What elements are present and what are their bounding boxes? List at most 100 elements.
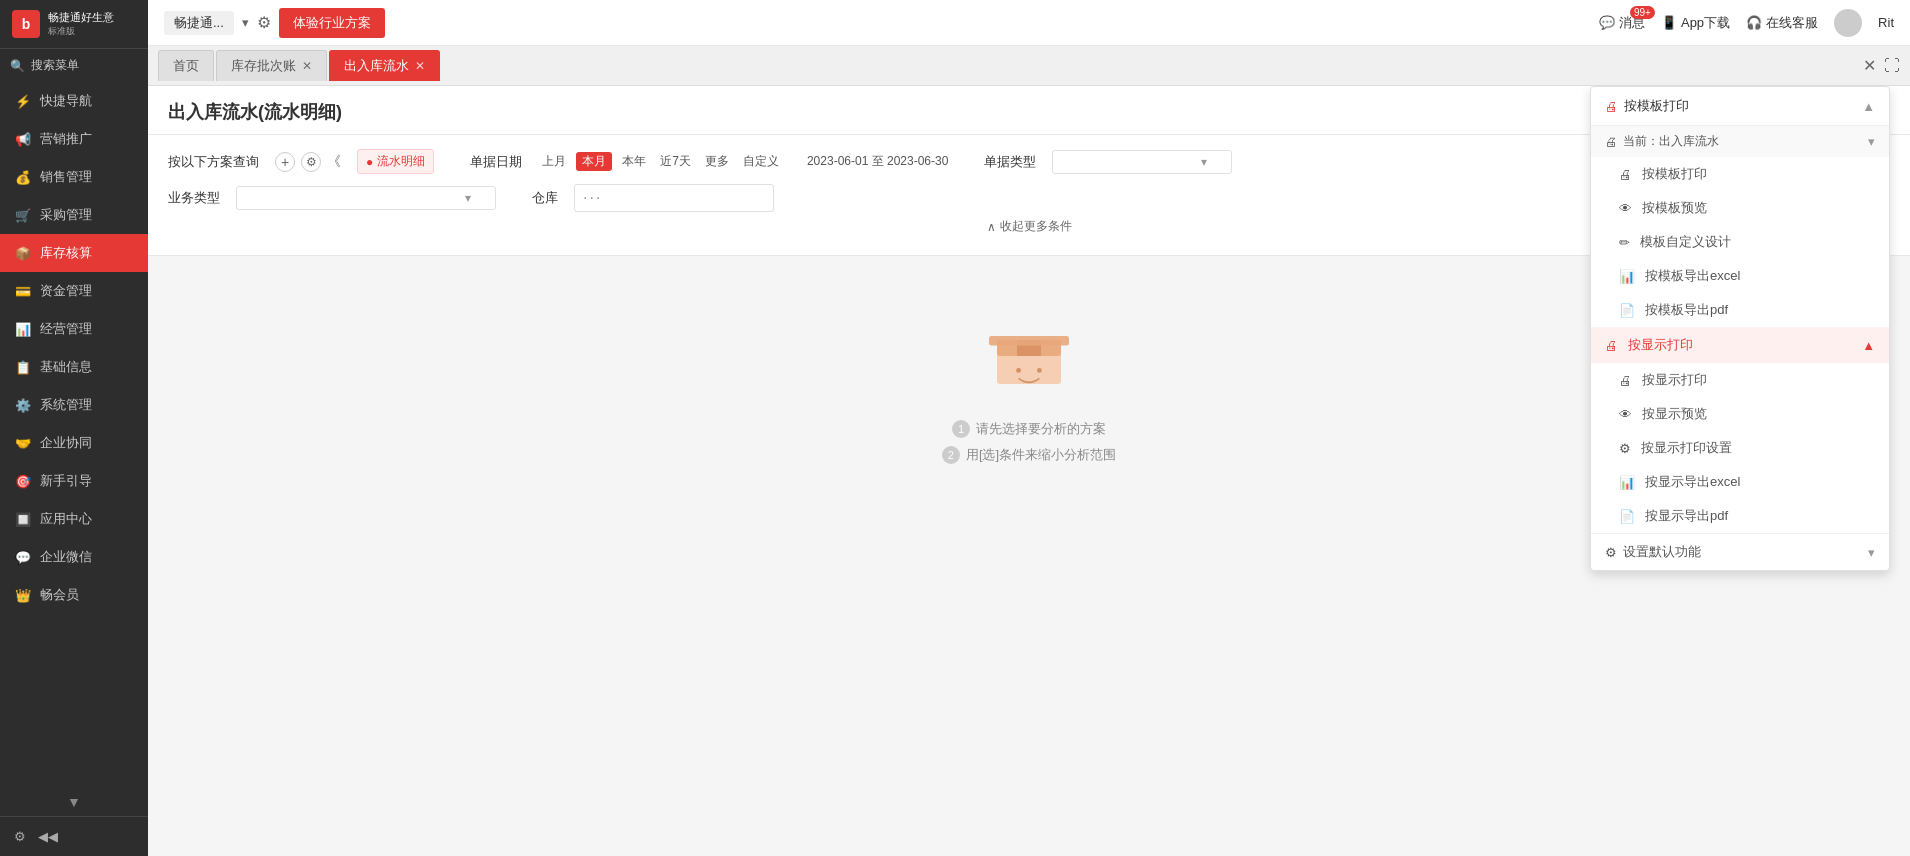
sidebar-item-quick-nav[interactable]: ⚡ 快捷导航 <box>0 82 148 120</box>
tab-batch[interactable]: 库存批次账 ✕ <box>216 50 327 81</box>
sidebar-item-label: 营销推广 <box>40 130 92 148</box>
main-content: 畅捷通... ▾ ⚙ 体验行业方案 💬 消息 99+ 📱 App下载 🎧 在线客… <box>148 0 1910 856</box>
finance-icon: 💳 <box>14 282 32 300</box>
inventory-icon: 📦 <box>14 244 32 262</box>
sidebar-item-label: 资金管理 <box>40 282 92 300</box>
current-template-arrow: ▾ <box>1868 134 1875 149</box>
sidebar-item-inventory[interactable]: 📦 库存核算 <box>0 234 148 272</box>
tab-home-label: 首页 <box>173 57 199 75</box>
sidebar-collapse-icon[interactable]: ◀◀ <box>38 829 58 844</box>
sidebar-settings-icon[interactable]: ⚙ <box>14 829 26 844</box>
msg-btn[interactable]: 💬 消息 99+ <box>1599 14 1645 32</box>
dropdown-item-template-preview[interactable]: 👁 按模板预览 <box>1591 191 1889 225</box>
service-label: 在线客服 <box>1766 14 1818 32</box>
sales-icon: 💰 <box>14 168 32 186</box>
sidebar-item-finance[interactable]: 💳 资金管理 <box>0 272 148 310</box>
tab-batch-close[interactable]: ✕ <box>302 59 312 73</box>
sidebar-item-wechat[interactable]: 💬 企业微信 <box>0 538 148 576</box>
app-icon: 📱 <box>1661 15 1677 30</box>
sidebar-item-marketing[interactable]: 📢 营销推广 <box>0 120 148 158</box>
dropdown-item-display-pdf[interactable]: 📄 按显示导出pdf <box>1591 499 1889 533</box>
template-customize-label: 模板自定义设计 <box>1640 233 1731 251</box>
sidebar-item-purchase[interactable]: 🛒 采购管理 <box>0 196 148 234</box>
date-shortcut-7days[interactable]: 近7天 <box>656 152 695 171</box>
current-label: 当前：出入库流水 <box>1623 133 1719 150</box>
filter-settings-btn[interactable]: ⚙ <box>301 152 321 172</box>
template-excel-icon: 📊 <box>1619 269 1635 284</box>
dropdown-header: 🖨 按模板打印 ▲ <box>1591 87 1889 126</box>
dropdown-item-template-pdf[interactable]: 📄 按模板导出pdf <box>1591 293 1889 327</box>
dropdown-display-section-header[interactable]: 🖨 按显示打印 ▲ <box>1591 327 1889 363</box>
sidebar-item-label: 采购管理 <box>40 206 92 224</box>
sidebar-logo: b 畅捷通好生意 标准版 <box>0 0 148 49</box>
template-print-icon: 🖨 <box>1619 167 1632 182</box>
sidebar-item-label: 企业协同 <box>40 434 92 452</box>
user-name-display[interactable]: Rit <box>1878 15 1894 30</box>
date-shortcut-this-year[interactable]: 本年 <box>618 152 650 171</box>
dropdown-item-display-preview[interactable]: 👁 按显示预览 <box>1591 397 1889 431</box>
sidebar-search[interactable]: 🔍 搜索菜单 <box>0 49 148 82</box>
display-section-icon: 🖨 <box>1605 338 1618 353</box>
date-shortcut-this-month[interactable]: 本月 <box>576 152 612 171</box>
footer-text: ⚙ 设置默认功能 <box>1605 543 1701 561</box>
svg-point-5 <box>1037 368 1042 373</box>
tab-home[interactable]: 首页 <box>158 50 214 81</box>
dropdown-collapse-icon[interactable]: ▲ <box>1862 99 1875 114</box>
active-filter-tag[interactable]: ● 流水明细 <box>357 149 434 174</box>
dropdown-item-template-customize[interactable]: ✏ 模板自定义设计 <box>1591 225 1889 259</box>
industry-btn[interactable]: 体验行业方案 <box>279 8 385 38</box>
tab-flow-close[interactable]: ✕ <box>415 59 425 73</box>
empty-tip-1: 1 请先选择要分析的方案 <box>952 420 1106 438</box>
display-section-arrow: ▲ <box>1862 338 1875 353</box>
sidebar-bottom: ⚙ ◀◀ <box>0 816 148 856</box>
collapse-more-btn[interactable]: ∧ 收起更多条件 <box>987 218 1072 235</box>
msg-icon: 💬 <box>1599 15 1615 30</box>
logo-icon: b <box>12 10 40 38</box>
sidebar-item-label: 畅会员 <box>40 586 79 604</box>
sidebar-item-coop[interactable]: 🤝 企业协同 <box>0 424 148 462</box>
vip-icon: 👑 <box>14 586 32 604</box>
dropdown-item-display-excel[interactable]: 📊 按显示导出excel <box>1591 465 1889 499</box>
logo-text: 畅捷通好生意 标准版 <box>48 10 114 37</box>
display-excel-label: 按显示导出excel <box>1645 473 1740 491</box>
username-dropdown-icon[interactable]: ▾ <box>242 15 249 30</box>
warehouse-more-btn[interactable]: ··· <box>583 189 602 207</box>
warehouse-select[interactable]: ··· <box>574 184 774 212</box>
tab-flow[interactable]: 出入库流水 ✕ <box>329 50 440 81</box>
sidebar-item-sales[interactable]: 💰 销售管理 <box>0 158 148 196</box>
doc-type-arrow-icon: ▾ <box>1201 155 1207 169</box>
tab-close-all-btn[interactable]: ✕ <box>1863 56 1876 75</box>
user-avatar[interactable] <box>1834 9 1862 37</box>
dropdown-item-template-excel[interactable]: 📊 按模板导出excel <box>1591 259 1889 293</box>
display-settings-icon: ⚙ <box>1619 441 1631 456</box>
dropdown-item-display-print[interactable]: 🖨 按显示打印 <box>1591 363 1889 397</box>
dropdown-item-display-settings[interactable]: ⚙ 按显示打印设置 <box>1591 431 1889 465</box>
date-shortcut-more[interactable]: 更多 <box>701 152 733 171</box>
purchase-icon: 🛒 <box>14 206 32 224</box>
date-shortcut-last-month[interactable]: 上月 <box>538 152 570 171</box>
empty-tip-1-text: 请先选择要分析的方案 <box>976 420 1106 438</box>
dropdown-footer[interactable]: ⚙ 设置默认功能 ▾ <box>1591 533 1889 570</box>
tip-num-1: 1 <box>952 420 970 438</box>
date-shortcut-custom[interactable]: 自定义 <box>739 152 783 171</box>
sidebar-item-basic[interactable]: 📋 基础信息 <box>0 348 148 386</box>
service-btn[interactable]: 🎧 在线客服 <box>1746 14 1818 32</box>
tab-expand-btn[interactable]: ⛶ <box>1884 57 1900 75</box>
filter-collapse-btn[interactable]: 《 <box>327 153 341 171</box>
topbar-gear-icon[interactable]: ⚙ <box>257 13 271 32</box>
filter-add-btn[interactable]: + <box>275 152 295 172</box>
sidebar-item-guide[interactable]: 🎯 新手引导 <box>0 462 148 500</box>
sidebar-item-label: 基础信息 <box>40 358 92 376</box>
app-download-btn[interactable]: 📱 App下载 <box>1661 14 1730 32</box>
sidebar-item-system[interactable]: ⚙️ 系统管理 <box>0 386 148 424</box>
sidebar-item-vip[interactable]: 👑 畅会员 <box>0 576 148 614</box>
biz-type-select[interactable]: ▾ <box>236 186 496 210</box>
sidebar-item-operations[interactable]: 📊 经营管理 <box>0 310 148 348</box>
guide-icon: 🎯 <box>14 472 32 490</box>
doc-type-select[interactable]: ▾ <box>1052 150 1232 174</box>
sidebar-item-apps[interactable]: 🔲 应用中心 <box>0 500 148 538</box>
svg-rect-3 <box>989 336 1069 346</box>
footer-settings-icon: ⚙ <box>1605 545 1617 560</box>
msg-badge: 99+ <box>1630 6 1655 19</box>
dropdown-item-template-print[interactable]: 🖨 按模板打印 <box>1591 157 1889 191</box>
